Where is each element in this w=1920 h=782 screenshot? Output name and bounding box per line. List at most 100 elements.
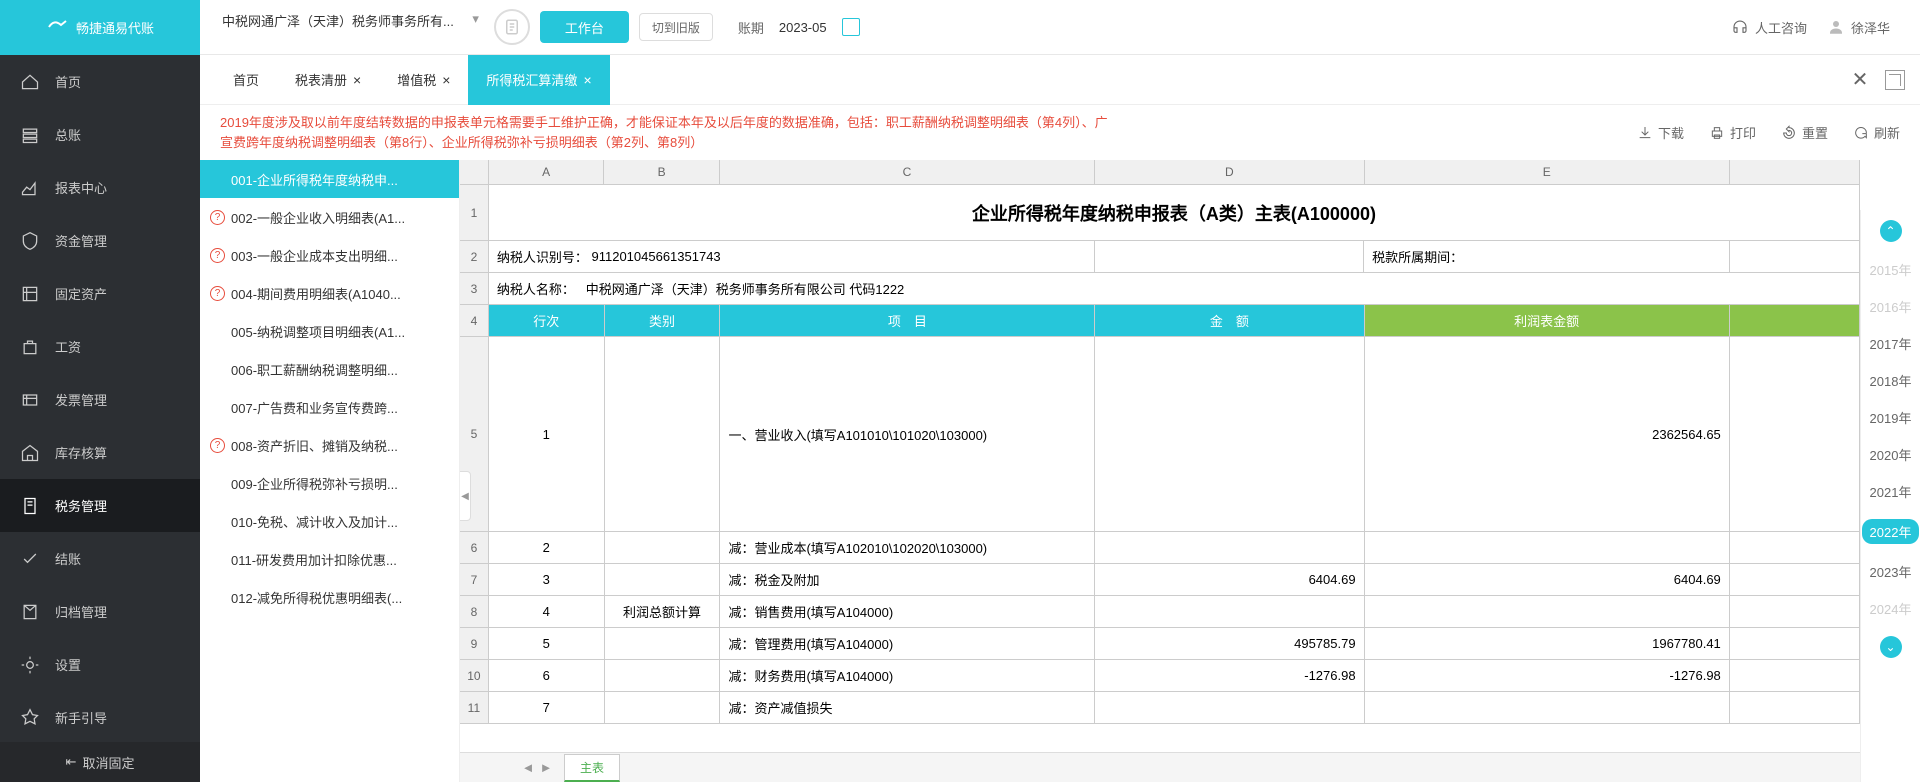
form-list-item[interactable]: ?002-一般企业收入明细表(A1...: [200, 198, 459, 236]
old-version-button[interactable]: 切到旧版: [639, 13, 713, 41]
form-list-item[interactable]: 012-减免所得税优惠明细表(...: [200, 578, 459, 616]
refresh-button[interactable]: 刷新: [1853, 123, 1900, 142]
row-header[interactable]: 9: [460, 628, 489, 659]
year-option[interactable]: 2023年: [1870, 562, 1912, 581]
nav-item[interactable]: 资金管理: [0, 214, 200, 267]
year-option[interactable]: 2015年: [1870, 260, 1912, 279]
col-header[interactable]: B: [604, 160, 719, 184]
nav-item[interactable]: 固定资产: [0, 267, 200, 320]
tab[interactable]: 增值税×: [379, 55, 468, 105]
cell[interactable]: 495785.79: [1095, 628, 1364, 659]
cell[interactable]: -1276.98: [1095, 660, 1364, 691]
year-option[interactable]: 2021年: [1870, 482, 1912, 501]
cell[interactable]: [1095, 337, 1364, 531]
cell[interactable]: 税款所属期间：: [1364, 241, 1730, 272]
calendar-icon[interactable]: [842, 18, 860, 36]
tab[interactable]: 税表清册×: [277, 55, 379, 105]
year-option[interactable]: 2024年: [1870, 599, 1912, 618]
year-option[interactable]: 2022年: [1862, 519, 1920, 544]
year-down[interactable]: ⌄: [1880, 636, 1902, 658]
col-header[interactable]: E: [1365, 160, 1731, 184]
sheet-tab[interactable]: 主表: [564, 754, 620, 782]
nav-item[interactable]: 结账: [0, 532, 200, 585]
cell[interactable]: 1967780.41: [1365, 628, 1730, 659]
form-list-item[interactable]: 007-广告费和业务宣传费跨...: [200, 388, 459, 426]
cell[interactable]: 减：税金及附加: [720, 564, 1095, 595]
cell[interactable]: [1730, 596, 1860, 627]
close-icon[interactable]: ×: [442, 72, 450, 88]
cell[interactable]: 6404.69: [1095, 564, 1364, 595]
cell[interactable]: 4: [489, 596, 605, 627]
close-icon[interactable]: ×: [583, 72, 591, 88]
form-list-item[interactable]: 005-纳税调整项目明细表(A1...: [200, 312, 459, 350]
cell[interactable]: [1730, 241, 1860, 272]
support-link[interactable]: 人工咨询: [1731, 18, 1807, 37]
cell[interactable]: [1730, 692, 1860, 723]
cell[interactable]: 2: [489, 532, 605, 563]
user-menu[interactable]: 徐泽华: [1827, 18, 1890, 37]
print-button[interactable]: 打印: [1709, 123, 1756, 142]
form-list-item[interactable]: ?004-期间费用明细表(A1040...: [200, 274, 459, 312]
cell[interactable]: 6404.69: [1365, 564, 1730, 595]
close-all-tabs[interactable]: ✕: [1845, 65, 1875, 95]
cell[interactable]: [605, 337, 721, 531]
form-list-item[interactable]: 011-研发费用加计扣除优惠...: [200, 540, 459, 578]
cell[interactable]: 减：财务费用(填写A104000): [720, 660, 1095, 691]
cell[interactable]: [1095, 596, 1364, 627]
nav-item[interactable]: 税务管理: [0, 479, 200, 532]
cell[interactable]: [1730, 660, 1860, 691]
cell[interactable]: 减：管理费用(填写A104000): [720, 628, 1095, 659]
close-icon[interactable]: ×: [353, 72, 361, 88]
col-header[interactable]: C: [720, 160, 1095, 184]
cell[interactable]: [1730, 628, 1860, 659]
row-header[interactable]: 1: [460, 185, 489, 240]
nav-item[interactable]: 发票管理: [0, 373, 200, 426]
nav-item[interactable]: 报表中心: [0, 161, 200, 214]
cell[interactable]: [605, 660, 721, 691]
form-list-item[interactable]: ?003-一般企业成本支出明细...: [200, 236, 459, 274]
fullscreen-toggle[interactable]: [1885, 70, 1905, 90]
cell[interactable]: [1095, 241, 1365, 272]
form-list-item[interactable]: 001-企业所得税年度纳税申...: [200, 160, 459, 198]
cell[interactable]: 利润总额计算: [605, 596, 721, 627]
row-header[interactable]: 4: [460, 305, 489, 336]
cell[interactable]: 3: [489, 564, 605, 595]
nav-item[interactable]: 新手引导: [0, 691, 200, 744]
cell[interactable]: 减：销售费用(填写A104000): [720, 596, 1095, 627]
cell[interactable]: [605, 532, 721, 563]
cell[interactable]: [605, 564, 721, 595]
nav-item[interactable]: 首页: [0, 55, 200, 108]
row-header[interactable]: 10: [460, 660, 489, 691]
cell[interactable]: 减：资产减值损失: [720, 692, 1095, 723]
nav-item[interactable]: 总账: [0, 108, 200, 161]
tab[interactable]: 首页: [215, 55, 277, 105]
form-list-item[interactable]: 010-免税、减计收入及加计...: [200, 502, 459, 540]
year-option[interactable]: 2017年: [1870, 334, 1912, 353]
nav-item[interactable]: 库存核算: [0, 426, 200, 479]
col-header[interactable]: A: [489, 160, 604, 184]
cell[interactable]: [1095, 692, 1364, 723]
sidebar-collapse[interactable]: ⇤ 取消固定: [0, 742, 200, 782]
panel-collapse-handle[interactable]: ◀: [460, 471, 471, 521]
year-up[interactable]: ⌃: [1880, 220, 1902, 242]
form-list-item[interactable]: 009-企业所得税弥补亏损明...: [200, 464, 459, 502]
year-option[interactable]: 2019年: [1870, 408, 1912, 427]
cell[interactable]: [1365, 532, 1730, 563]
doc-icon-button[interactable]: [494, 9, 530, 45]
cell[interactable]: [1730, 564, 1860, 595]
cell[interactable]: 6: [489, 660, 605, 691]
row-header[interactable]: 8: [460, 596, 489, 627]
cell[interactable]: 5: [489, 628, 605, 659]
cell[interactable]: 纳税人识别号： 911201045661351743: [489, 241, 1095, 272]
cell[interactable]: [605, 628, 721, 659]
sheet-nav[interactable]: ◄►: [520, 760, 554, 775]
cell[interactable]: [605, 692, 721, 723]
workspace-button[interactable]: 工作台: [540, 11, 629, 43]
cell[interactable]: 纳税人名称： 中税网通广泽（天津）税务师事务所有限公司 代码1222: [489, 273, 1860, 304]
cell[interactable]: 一、营业收入(填写A101010\101020\103000): [720, 337, 1095, 531]
reset-button[interactable]: 重置: [1781, 123, 1828, 142]
form-list-item[interactable]: 006-职工薪酬纳税调整明细...: [200, 350, 459, 388]
row-header[interactable]: 11: [460, 692, 489, 723]
nav-item[interactable]: 工资: [0, 320, 200, 373]
row-header[interactable]: 3: [460, 273, 489, 304]
